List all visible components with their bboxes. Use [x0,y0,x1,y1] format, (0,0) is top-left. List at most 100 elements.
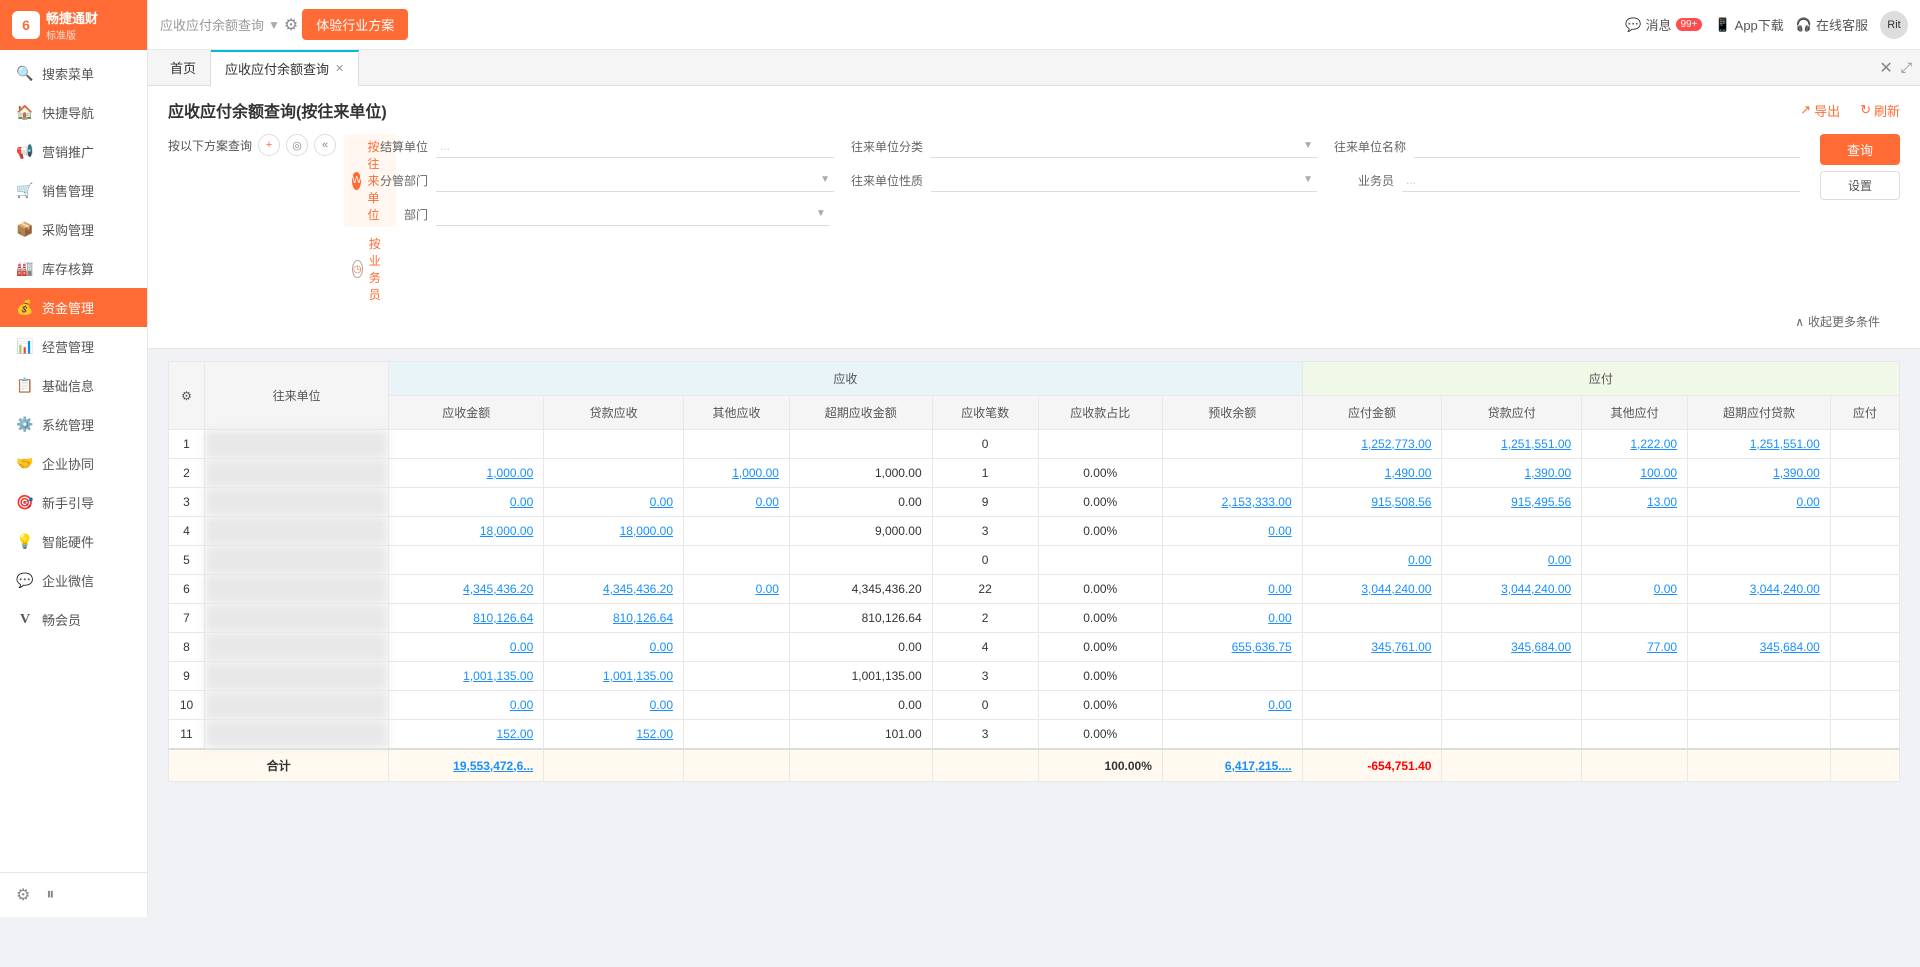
unit-name-input[interactable] [1414,134,1800,158]
table-cell[interactable]: 152.00 [544,720,684,750]
table-cell[interactable]: 4,345,436.20 [544,575,684,604]
table-cell [684,604,790,633]
table-cell[interactable]: 0.00 [1582,575,1688,604]
table-cell[interactable]: 3,044,240.00 [1442,575,1582,604]
salesperson-input[interactable]: ... [1402,168,1800,192]
table-cell[interactable]: 0.00 [1162,517,1302,546]
sidebar-item-marketing[interactable]: 📢 营销推广 [0,132,147,171]
summary-ar-advance[interactable]: 6,417,215.... [1162,749,1302,782]
sidebar-item-purchase[interactable]: 📦 采购管理 [0,210,147,249]
sidebar-item-member[interactable]: V 畅会员 [0,600,147,639]
table-cell: 0.00% [1038,604,1162,633]
sidebar-item-quick-nav[interactable]: 🏠 快捷导航 [0,93,147,132]
table-cell[interactable]: 0.00 [544,633,684,662]
table-cell[interactable]: 0.00 [1442,546,1582,575]
table-row: 3XXXXXXXXX0.000.000.000.0090.00%2,153,33… [169,488,1900,517]
table-cell[interactable]: 0.00 [1688,488,1831,517]
tab-home[interactable]: 首页 [156,50,211,86]
table-cell[interactable]: 18,000.00 [544,517,684,546]
user-avatar[interactable]: Rit [1880,11,1908,39]
sidebar-item-finance[interactable]: 💰 资金管理 [0,288,147,327]
settings-button[interactable]: 设置 [1820,171,1900,200]
table-cell[interactable]: 1,252,773.00 [1302,430,1442,459]
industry-solution-button[interactable]: 体验行业方案 [302,9,408,40]
sidebar-item-inventory[interactable]: 🏭 库存核算 [0,249,147,288]
tab-ar-ap[interactable]: 应收应付余额查询 ✕ [211,50,359,86]
settings-bottom-icon[interactable]: ⚙ [16,885,30,905]
table-cell[interactable]: 1,000.00 [684,459,790,488]
table-cell[interactable]: 1,001,135.00 [544,662,684,691]
table-cell[interactable]: 0.00 [1162,575,1302,604]
header-gear-icon[interactable]: ⚙ [284,15,298,35]
table-cell[interactable]: 1,251,551.00 [1688,430,1831,459]
table-cell[interactable]: 0.00 [1162,691,1302,720]
dept-manage-input[interactable]: ▼ [436,168,834,192]
table-settings-icon[interactable]: ⚙ [181,389,192,403]
table-cell: 3 [932,662,1038,691]
unit-nature-input[interactable]: ▼ [931,168,1317,192]
app-download-button[interactable]: 📱 App下载 [1714,15,1783,34]
table-cell[interactable]: 1,251,551.00 [1442,430,1582,459]
filter-collapse-button[interactable]: « [314,134,336,156]
online-service-button[interactable]: 🎧 在线客服 [1796,15,1868,34]
query-button[interactable]: 查询 [1820,134,1900,165]
sidebar-item-operation[interactable]: 📊 经营管理 [0,327,147,366]
unit-category-input[interactable]: ▼ [931,134,1317,158]
table-cell[interactable]: 0.00 [1302,546,1442,575]
table-cell[interactable]: 345,684.00 [1442,633,1582,662]
sidebar-item-wechat[interactable]: 💬 企业微信 [0,561,147,600]
refresh-button[interactable]: ↻ 刷新 [1860,101,1900,120]
table-cell[interactable]: 3,044,240.00 [1302,575,1442,604]
add-filter-button[interactable]: + [258,134,280,156]
table-cell[interactable]: 0.00 [684,575,790,604]
table-cell[interactable]: 4,345,436.20 [389,575,544,604]
table-cell[interactable]: 1,001,135.00 [389,662,544,691]
collapse-icon[interactable]: ⏸ [46,886,54,904]
dropdown-icon[interactable]: ▼ [268,18,280,32]
messages-button[interactable]: 💬 消息 99+ [1625,15,1702,34]
table-cell[interactable]: 810,126.64 [544,604,684,633]
sidebar-item-system[interactable]: ⚙️ 系统管理 [0,405,147,444]
collapse-more-button[interactable]: ∧ 收起更多条件 [168,307,1900,336]
table-cell[interactable]: 0.00 [1162,604,1302,633]
filter-settings-button[interactable]: ◎ [286,134,308,156]
table-cell[interactable]: 1,390.00 [1442,459,1582,488]
tab-close-icon[interactable]: ✕ [335,62,344,75]
table-cell[interactable]: 1,000.00 [389,459,544,488]
table-cell[interactable]: 13.00 [1582,488,1688,517]
table-cell[interactable]: 1,490.00 [1302,459,1442,488]
th-settings[interactable]: ⚙ [169,362,205,430]
table-cell[interactable]: 0.00 [389,488,544,517]
export-button[interactable]: ↗ 导出 [1800,101,1840,120]
dept-input[interactable]: ▼ [436,202,830,226]
table-cell[interactable]: 915,495.56 [1442,488,1582,517]
table-cell[interactable]: 655,636.75 [1162,633,1302,662]
table-cell[interactable]: 0.00 [544,691,684,720]
table-cell[interactable]: 345,761.00 [1302,633,1442,662]
table-cell[interactable]: 345,684.00 [1688,633,1831,662]
table-cell[interactable]: 0.00 [684,488,790,517]
table-cell[interactable]: 77.00 [1582,633,1688,662]
table-cell[interactable]: 1,222.00 [1582,430,1688,459]
table-cell[interactable]: 0.00 [389,691,544,720]
summary-ar-amount[interactable]: 19,553,472,6... [389,749,544,782]
table-cell[interactable]: 152.00 [389,720,544,750]
sidebar-item-search[interactable]: 🔍 搜索菜单 [0,54,147,93]
sidebar-item-corp[interactable]: 🤝 企业协同 [0,444,147,483]
table-cell[interactable]: 810,126.64 [389,604,544,633]
sidebar-item-smart[interactable]: 💡 智能硬件 [0,522,147,561]
sidebar-item-sales[interactable]: 🛒 销售管理 [0,171,147,210]
table-cell[interactable]: 1,390.00 [1688,459,1831,488]
sidebar-item-basic[interactable]: 📋 基础信息 [0,366,147,405]
table-cell[interactable]: 915,508.56 [1302,488,1442,517]
table-cell[interactable]: 2,153,333.00 [1162,488,1302,517]
table-cell[interactable]: 100.00 [1582,459,1688,488]
tab-close-window-icon[interactable]: ✕ [1879,58,1892,78]
table-cell[interactable]: 18,000.00 [389,517,544,546]
tab-expand-icon[interactable]: ⤢ [1901,59,1912,76]
sidebar-item-guide[interactable]: 🎯 新手引导 [0,483,147,522]
table-cell[interactable]: 0.00 [389,633,544,662]
table-cell[interactable]: 3,044,240.00 [1688,575,1831,604]
table-cell[interactable]: 0.00 [544,488,684,517]
jiesuan-input[interactable]: ... [436,134,834,158]
